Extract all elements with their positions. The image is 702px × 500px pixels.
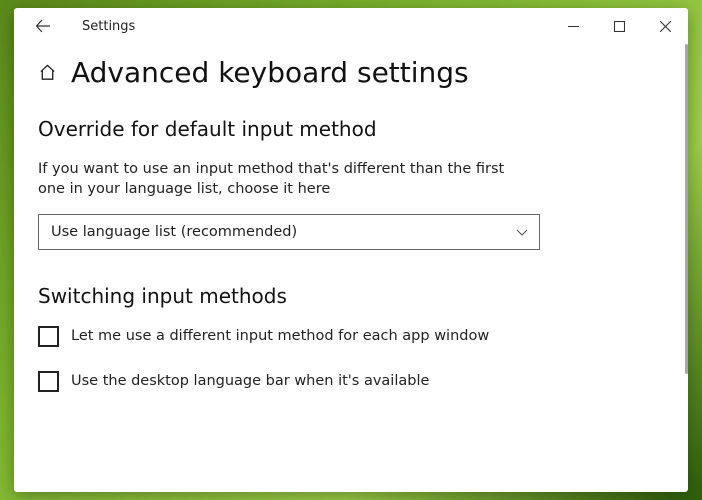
title-bar: Settings bbox=[14, 8, 688, 44]
page-header: Advanced keyboard settings bbox=[38, 56, 664, 89]
settings-window: Settings Advanced keyboard settings Over… bbox=[14, 8, 688, 492]
minimize-button[interactable] bbox=[550, 8, 596, 44]
app-title: Settings bbox=[82, 19, 135, 34]
section-switching-heading: Switching input methods bbox=[38, 284, 664, 308]
chevron-down-icon bbox=[515, 225, 529, 239]
option-desktop-language-bar[interactable]: Use the desktop language bar when it's a… bbox=[38, 371, 664, 392]
maximize-button[interactable] bbox=[596, 8, 642, 44]
back-arrow-icon bbox=[35, 18, 51, 34]
maximize-icon bbox=[614, 21, 625, 32]
section-override-heading: Override for default input method bbox=[38, 117, 664, 141]
checkbox-desktop-bar-label: Use the desktop language bar when it's a… bbox=[71, 373, 429, 389]
content-area: Advanced keyboard settings Override for … bbox=[14, 44, 688, 492]
close-icon bbox=[660, 21, 671, 32]
default-input-method-dropdown[interactable]: Use language list (recommended) bbox=[38, 214, 540, 250]
back-button[interactable] bbox=[20, 8, 66, 44]
section-override-description: If you want to use an input method that'… bbox=[38, 159, 518, 200]
home-icon[interactable] bbox=[38, 63, 57, 82]
page-title: Advanced keyboard settings bbox=[71, 56, 469, 89]
minimize-icon bbox=[568, 21, 579, 32]
dropdown-value: Use language list (recommended) bbox=[51, 224, 297, 240]
close-button[interactable] bbox=[642, 8, 688, 44]
checkbox-per-app-label: Let me use a different input method for … bbox=[71, 328, 489, 344]
option-per-app-window[interactable]: Let me use a different input method for … bbox=[38, 326, 664, 347]
scrollbar[interactable] bbox=[685, 44, 688, 374]
checkbox-desktop-bar[interactable] bbox=[38, 371, 59, 392]
checkbox-per-app[interactable] bbox=[38, 326, 59, 347]
